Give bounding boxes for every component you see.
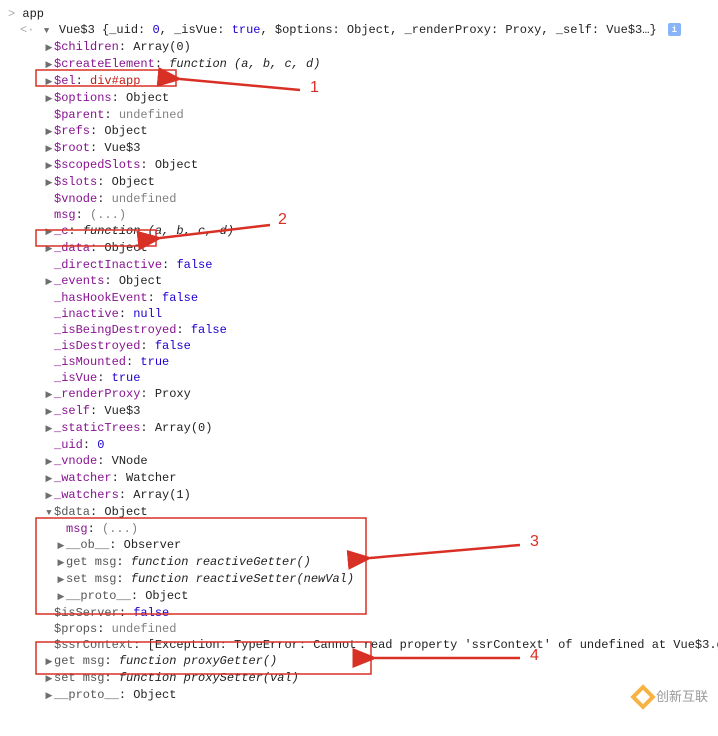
- property-row[interactable]: _inactive: null: [8, 306, 710, 322]
- property-row[interactable]: _staticTrees: Array(0): [8, 420, 710, 437]
- expand-icon[interactable]: [44, 56, 54, 73]
- property-row[interactable]: set msg: function proxySetter(val): [8, 670, 710, 687]
- property-row[interactable]: _isBeingDestroyed: false: [8, 322, 710, 338]
- expand-icon[interactable]: [44, 123, 54, 140]
- prompt-chevron: <·: [20, 23, 34, 37]
- property-row[interactable]: _data: Object: [8, 240, 710, 257]
- property-row[interactable]: msg: (...): [8, 207, 710, 223]
- property-row[interactable]: _hasHookEvent: false: [8, 290, 710, 306]
- property-row[interactable]: _isDestroyed: false: [8, 338, 710, 354]
- expand-icon[interactable]: [56, 554, 66, 571]
- expand-icon[interactable]: [44, 174, 54, 191]
- expand-icon[interactable]: [44, 403, 54, 420]
- property-row[interactable]: msg: (...): [8, 521, 710, 537]
- property-row[interactable]: set msg: function reactiveSetter(newVal): [8, 571, 710, 588]
- property-row[interactable]: $options: Object: [8, 90, 710, 107]
- property-row[interactable]: _c: function (a, b, c, d): [8, 223, 710, 240]
- expand-icon[interactable]: [44, 73, 54, 90]
- expand-icon[interactable]: [44, 504, 54, 521]
- property-row[interactable]: __proto__: Object: [8, 588, 710, 605]
- property-row[interactable]: $refs: Object: [8, 123, 710, 140]
- watermark: 创新互联: [634, 688, 708, 706]
- expand-icon[interactable]: [56, 537, 66, 554]
- property-row[interactable]: __proto__: Object: [8, 687, 710, 704]
- property-row[interactable]: _uid: 0: [8, 437, 710, 453]
- property-row[interactable]: _vnode: VNode: [8, 453, 710, 470]
- property-row[interactable]: _self: Vue$3: [8, 403, 710, 420]
- property-row[interactable]: _events: Object: [8, 273, 710, 290]
- expand-icon[interactable]: [56, 588, 66, 605]
- expand-icon[interactable]: [44, 687, 54, 704]
- info-icon[interactable]: i: [668, 23, 681, 36]
- property-row[interactable]: $props: undefined: [8, 621, 710, 637]
- property-row[interactable]: __ob__: Observer: [8, 537, 710, 554]
- expand-icon[interactable]: [44, 470, 54, 487]
- data-section-header[interactable]: $data: Object: [8, 504, 710, 521]
- expand-icon[interactable]: [44, 420, 54, 437]
- property-row[interactable]: $root: Vue$3: [8, 140, 710, 157]
- expand-icon[interactable]: [44, 223, 54, 240]
- property-row[interactable]: _renderProxy: Proxy: [8, 386, 710, 403]
- property-row[interactable]: _watcher: Watcher: [8, 470, 710, 487]
- property-row[interactable]: $children: Array(0): [8, 39, 710, 56]
- property-row[interactable]: _watchers: Array(1): [8, 487, 710, 504]
- property-row[interactable]: get msg: function reactiveGetter(): [8, 554, 710, 571]
- property-row[interactable]: $isServer: false: [8, 605, 710, 621]
- brace: }: [649, 23, 656, 37]
- expand-icon[interactable]: [44, 670, 54, 687]
- property-row[interactable]: $vnode: undefined: [8, 191, 710, 207]
- expand-icon[interactable]: [44, 386, 54, 403]
- header-summary: _uid: 0, _isVue: true, $options: Object,…: [109, 23, 649, 37]
- console-prompt-line: > app: [8, 6, 710, 22]
- annotation-label: 1: [310, 80, 319, 96]
- property-row[interactable]: $ssrContext: [Exception: TypeError: Cann…: [8, 637, 710, 653]
- property-row[interactable]: _isVue: true: [8, 370, 710, 386]
- expand-icon[interactable]: [44, 157, 54, 174]
- property-row[interactable]: $parent: undefined: [8, 107, 710, 123]
- watermark-text: 创新互联: [656, 689, 708, 705]
- property-row[interactable]: $createElement: function (a, b, c, d): [8, 56, 710, 73]
- property-row[interactable]: _isMounted: true: [8, 354, 710, 370]
- object-class: Vue$3: [59, 23, 95, 37]
- expand-icon[interactable]: [44, 453, 54, 470]
- expand-icon[interactable]: [44, 240, 54, 257]
- expand-icon[interactable]: [44, 90, 54, 107]
- property-row[interactable]: $scopedSlots: Object: [8, 157, 710, 174]
- watermark-logo-icon: [630, 684, 655, 709]
- prompt-chevron: >: [8, 7, 15, 21]
- annotation-label: 3: [530, 534, 539, 550]
- expand-icon[interactable]: [56, 571, 66, 588]
- expand-icon[interactable]: [44, 39, 54, 56]
- expand-icon[interactable]: [44, 487, 54, 504]
- annotation-label: 2: [278, 212, 287, 228]
- expand-icon[interactable]: [44, 653, 54, 670]
- annotation-label: 4: [530, 648, 539, 664]
- property-row[interactable]: get msg: function proxyGetter(): [8, 653, 710, 670]
- object-header[interactable]: <· Vue$3 {_uid: 0, _isVue: true, $option…: [8, 22, 710, 39]
- expand-icon[interactable]: [42, 22, 52, 39]
- property-row[interactable]: $el: div#app: [8, 73, 710, 90]
- property-row[interactable]: $slots: Object: [8, 174, 710, 191]
- prompt-text: app: [22, 7, 44, 21]
- expand-icon[interactable]: [44, 273, 54, 290]
- expand-icon[interactable]: [44, 140, 54, 157]
- property-row[interactable]: _directInactive: false: [8, 257, 710, 273]
